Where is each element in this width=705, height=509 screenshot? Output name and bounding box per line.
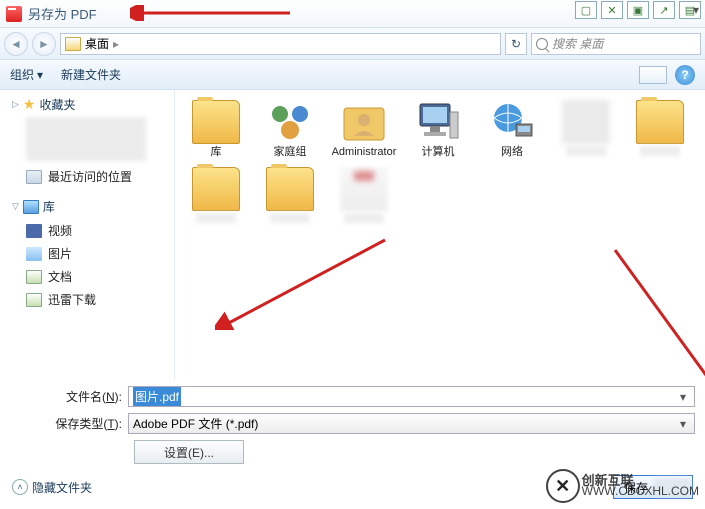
window-title: 另存为 PDF (28, 4, 97, 23)
library-folder-icon (192, 100, 240, 144)
folder-icon (266, 167, 314, 211)
icon-pdf-file[interactable] (327, 165, 401, 225)
sidebar-item-pictures[interactable]: 图片 (12, 242, 170, 265)
collapse-icon: ▷ (12, 99, 19, 110)
sidebar-recent[interactable]: 最近访问的位置 (12, 165, 170, 188)
ctrl-icon[interactable]: ↗ (653, 1, 675, 19)
chevron-right-icon: ▸ (113, 37, 119, 51)
watermark: ✕ 创新互联 WWW.CDCXHL.COM (546, 469, 699, 503)
recent-icon (26, 170, 42, 184)
forward-button[interactable]: ► (32, 32, 56, 56)
search-input[interactable]: 搜索 桌面 (531, 33, 701, 55)
icon-folder[interactable] (179, 165, 253, 225)
dropdown-icon[interactable]: ▾ (676, 390, 690, 404)
sidebar-item-downloads[interactable]: 迅雷下载 (12, 288, 170, 311)
help-button[interactable]: ? (675, 65, 695, 85)
folder-icon (192, 167, 240, 211)
organize-menu[interactable]: 组织▾ (10, 66, 43, 83)
body: ▷★收藏夹 最近访问的位置 ▽库 视频 图片 文档 迅雷下载 库 家庭组 Adm… (0, 90, 705, 380)
blurred-icon (562, 100, 610, 144)
sidebar-item-video[interactable]: 视频 (12, 219, 170, 242)
sidebar: ▷★收藏夹 最近访问的位置 ▽库 视频 图片 文档 迅雷下载 (0, 90, 175, 380)
icon-blurred[interactable] (549, 98, 623, 161)
window-extra-controls: ▢ ✕ ▣ ↗ ▤ (575, 1, 701, 19)
breadcrumb-dropdown-icon[interactable]: ▾ (689, 3, 703, 17)
pdf-file-icon (340, 167, 388, 211)
sidebar-item-documents[interactable]: 文档 (12, 265, 170, 288)
watermark-logo: ✕ (546, 469, 580, 503)
homegroup-icon (266, 100, 314, 144)
filename-label: 文件名(N): (10, 388, 128, 405)
watermark-url: WWW.CDCXHL.COM (582, 486, 699, 497)
icon-library[interactable]: 库 (179, 98, 253, 161)
file-area[interactable]: 库 家庭组 Administrator 计算机 网络 (175, 90, 705, 380)
search-placeholder: 搜索 桌面 (552, 35, 603, 52)
filetype-combo[interactable]: Adobe PDF 文件 (*.pdf) ▾ (128, 413, 695, 434)
ctrl-icon[interactable]: ✕ (601, 1, 623, 19)
annotation-arrow-filename (215, 230, 395, 330)
titlebar: 另存为 PDF ▢ ✕ ▣ ↗ ▤ (0, 0, 705, 28)
filetype-value: Adobe PDF 文件 (*.pdf) (133, 415, 258, 432)
computer-icon (414, 100, 462, 144)
sidebar-library-header[interactable]: ▽库 (12, 198, 170, 215)
new-folder-button[interactable]: 新建文件夹 (61, 66, 121, 83)
icon-folder[interactable] (623, 98, 697, 161)
chevron-down-icon: ▾ (37, 68, 43, 82)
chevron-up-icon: ˄ (12, 479, 28, 495)
documents-icon (26, 270, 42, 284)
breadcrumb-location: 桌面 (85, 35, 109, 52)
hide-folders-toggle[interactable]: ˄ 隐藏文件夹 (12, 479, 92, 496)
back-button[interactable]: ◄ (4, 32, 28, 56)
library-icon (23, 200, 39, 214)
annotation-arrow-title (130, 5, 290, 21)
toolbar: 组织▾ 新建文件夹 ? (0, 60, 705, 90)
icon-homegroup[interactable]: 家庭组 (253, 98, 327, 161)
video-icon (26, 224, 42, 238)
form-area: 文件名(N): 图片.pdf ▾ 保存类型(T): Adobe PDF 文件 (… (0, 380, 705, 464)
expand-icon: ▽ (12, 201, 19, 212)
icon-network[interactable]: 网络 (475, 98, 549, 161)
sidebar-favorites-header[interactable]: ▷★收藏夹 (12, 96, 170, 113)
filetype-label: 保存类型(T): (10, 415, 128, 432)
ctrl-icon[interactable]: ▣ (627, 1, 649, 19)
pictures-icon (26, 247, 42, 261)
star-icon: ★ (23, 96, 36, 113)
nav-row: ◄ ► 桌面 ▸ ▾ ↻ 搜索 桌面 (0, 28, 705, 60)
dropdown-icon[interactable]: ▾ (676, 417, 690, 431)
desktop-icon (65, 37, 81, 51)
refresh-button[interactable]: ↻ (505, 33, 527, 55)
network-icon (488, 100, 536, 144)
filename-value: 图片.pdf (133, 387, 181, 406)
filename-input[interactable]: 图片.pdf ▾ (128, 386, 695, 407)
ctrl-icon[interactable]: ▢ (575, 1, 597, 19)
folder-icon (636, 100, 684, 144)
blurred-item (26, 117, 146, 161)
search-icon (536, 38, 548, 50)
icon-computer[interactable]: 计算机 (401, 98, 475, 161)
breadcrumb[interactable]: 桌面 ▸ ▾ (60, 33, 501, 55)
pdf-icon (6, 6, 22, 22)
download-icon (26, 293, 42, 307)
icon-folder[interactable] (253, 165, 327, 225)
view-mode-button[interactable] (639, 66, 667, 84)
icon-administrator[interactable]: Administrator (327, 98, 401, 161)
user-folder-icon (340, 100, 388, 144)
settings-button[interactable]: 设置(E)... (134, 440, 244, 464)
